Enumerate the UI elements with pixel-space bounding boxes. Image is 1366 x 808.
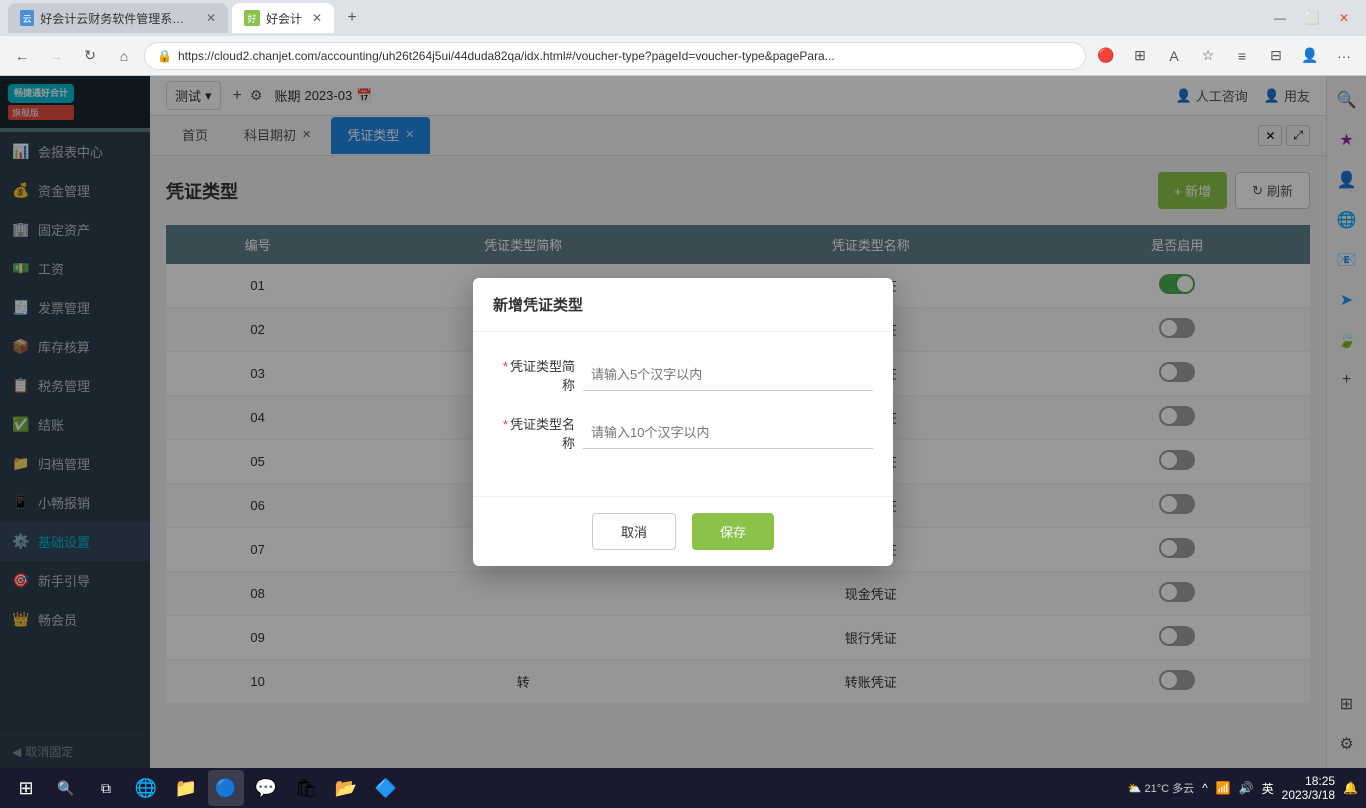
new-tab-button[interactable]: + (338, 4, 366, 32)
back-button[interactable]: ← (8, 42, 36, 70)
volume-icon: 🔊 (1239, 781, 1254, 795)
new-voucher-dialog: 新增凭证类型 凭证类型简称 凭证类型名称 取消 保存 (473, 278, 893, 566)
taskbar-edge2[interactable]: 🔷 (368, 770, 404, 806)
taskbar-edge[interactable]: 🌐 (128, 770, 164, 806)
name-label: 凭证类型名称 (493, 414, 583, 452)
tab-title-1: 好会计云财务软件管理系统_会计 (40, 10, 196, 27)
bookmark-button[interactable]: ⊞ (1126, 42, 1154, 70)
name-input[interactable] (583, 417, 873, 449)
tab-favicon-2: 好 (244, 10, 260, 26)
taskbar-wechat[interactable]: 💬 (248, 770, 284, 806)
browser-chrome: 云 好会计云财务软件管理系统_会计 ✕ 好 好会计 ✕ + — ⬜ ✕ ← → … (0, 0, 1366, 76)
maximize-button[interactable]: ⬜ (1298, 4, 1326, 32)
address-text: https://cloud2.chanjet.com/accounting/uh… (178, 49, 835, 63)
dialog-body: 凭证类型简称 凭证类型名称 (473, 332, 893, 496)
taskbar-chrome[interactable]: 🔵 (208, 770, 244, 806)
weather-info: ⛅ 21°C 多云 (1128, 780, 1194, 796)
clock-date: 2023/3/18 (1282, 788, 1335, 802)
notifications-icon[interactable]: 🔔 (1343, 781, 1358, 795)
minimize-button[interactable]: — (1266, 4, 1294, 32)
tab-title-2: 好会计 (266, 10, 302, 27)
browser-tab-1[interactable]: 云 好会计云财务软件管理系统_会计 ✕ (8, 3, 228, 33)
reload-button[interactable]: ↻ (76, 42, 104, 70)
clock-time: 18:25 (1282, 774, 1335, 788)
cancel-button[interactable]: 取消 (592, 513, 676, 550)
taskbar-explorer[interactable]: 📁 (168, 770, 204, 806)
profile-button[interactable]: 👤 (1296, 42, 1324, 70)
collections-button[interactable]: ≡ (1228, 42, 1256, 70)
tab-close-2[interactable]: ✕ (312, 11, 322, 25)
browser-tab-2[interactable]: 好 好会计 ✕ (232, 3, 334, 33)
dialog-header: 新增凭证类型 (473, 278, 893, 332)
taskbar-clock[interactable]: 18:25 2023/3/18 (1282, 774, 1335, 802)
taskbar-files[interactable]: 📂 (328, 770, 364, 806)
tab-favicon-1: 云 (20, 10, 34, 26)
taskbar-right: ⛅ 21°C 多云 ^ 📶 🔊 英 18:25 2023/3/18 🔔 (1128, 774, 1358, 802)
menu-button[interactable]: ··· (1330, 42, 1358, 70)
start-button[interactable]: ⊞ (8, 770, 44, 806)
abbr-field: 凭证类型简称 (493, 356, 873, 394)
home-button[interactable]: ⌂ (110, 42, 138, 70)
tab-close-1[interactable]: ✕ (206, 11, 216, 25)
tab-bar: 云 好会计云财务软件管理系统_会计 ✕ 好 好会计 ✕ + — ⬜ ✕ (0, 0, 1366, 36)
taskbar-taskview[interactable]: ⧉ (88, 770, 124, 806)
save-button[interactable]: 保存 (692, 513, 774, 550)
taskbar-store[interactable]: 🛍 (288, 770, 324, 806)
taskbar-search[interactable]: 🔍 (48, 770, 84, 806)
favorites-button[interactable]: ☆ (1194, 42, 1222, 70)
split-button[interactable]: ⊟ (1262, 42, 1290, 70)
lang-indicator: 英 (1262, 780, 1274, 797)
forward-button[interactable]: → (42, 42, 70, 70)
address-bar: ← → ↻ ⌂ 🔒 https://cloud2.chanjet.com/acc… (0, 36, 1366, 76)
network-icon: 📶 (1216, 781, 1231, 795)
abbr-input[interactable] (583, 359, 873, 391)
dialog-title: 新增凭证类型 (493, 297, 583, 314)
dialog-overlay: 新增凭证类型 凭证类型简称 凭证类型名称 取消 保存 (0, 76, 1366, 768)
address-input[interactable]: 🔒 https://cloud2.chanjet.com/accounting/… (144, 42, 1086, 70)
reader-button[interactable]: A (1160, 42, 1188, 70)
abbr-label: 凭证类型简称 (493, 356, 583, 394)
name-field: 凭证类型名称 (493, 414, 873, 452)
extensions-button[interactable]: 🔴 (1092, 42, 1120, 70)
dialog-footer: 取消 保存 (473, 496, 893, 566)
taskbar-arrow-icon[interactable]: ^ (1202, 781, 1208, 795)
close-window-button[interactable]: ✕ (1330, 4, 1358, 32)
taskbar: ⊞ 🔍 ⧉ 🌐 📁 🔵 💬 🛍 📂 🔷 ⛅ 21°C 多云 ^ 📶 🔊 英 18… (0, 768, 1366, 808)
